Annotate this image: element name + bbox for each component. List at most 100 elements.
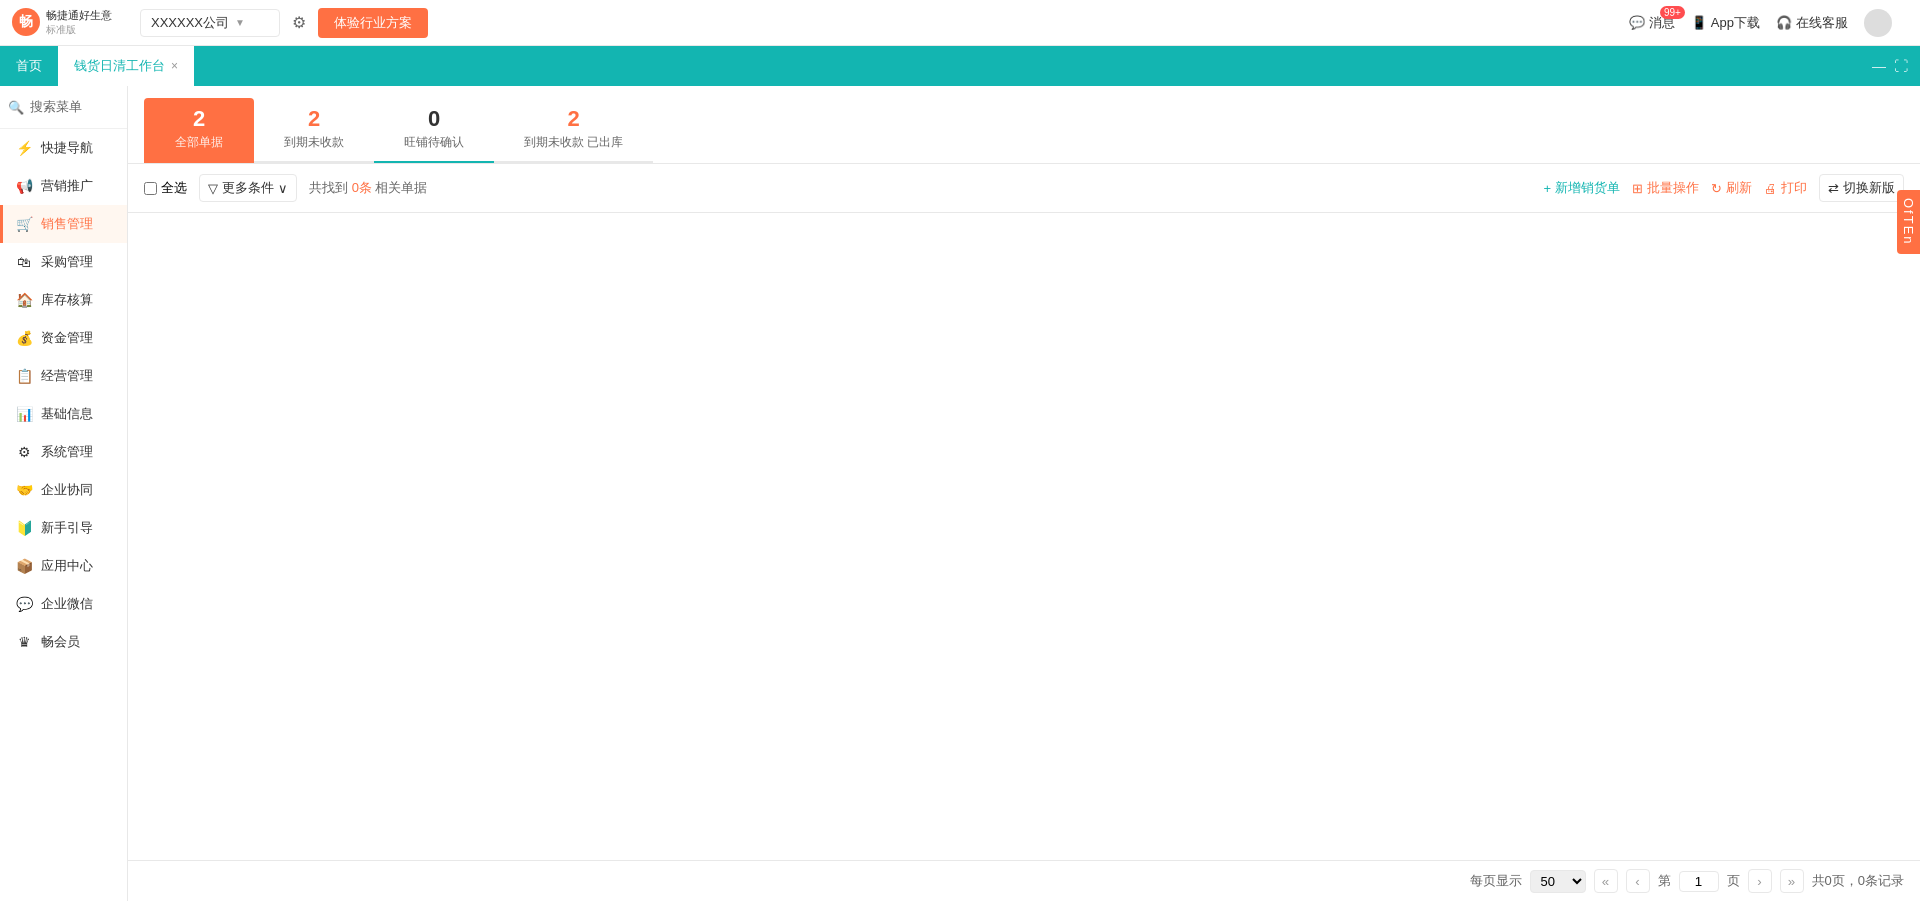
first-page-icon: « [1602, 874, 1609, 889]
tab-bar: 首页 钱货日清工作台 × — ⛶ [0, 46, 1920, 86]
tab-minimize-icon[interactable]: — [1872, 58, 1886, 74]
table-area [128, 213, 1920, 860]
stat-label-overdue-shipped: 到期未收款 已出库 [524, 134, 623, 151]
pagination: 每页显示 50 10 20 100 « ‹ 第 页 › » 共0页，0条记录 [128, 860, 1920, 901]
sidebar-item-operations[interactable]: 📋 经营管理 [0, 357, 127, 395]
operations-icon: 📋 [15, 367, 33, 385]
sidebar-item-finance[interactable]: 💰 资金管理 [0, 319, 127, 357]
tab-expand-icon[interactable]: ⛶ [1894, 58, 1908, 74]
found-text: 共找到 0条 相关单据 [309, 179, 427, 197]
sidebar-item-label: 采购管理 [41, 253, 93, 271]
stat-label-overdue-unpaid: 到期未收款 [284, 134, 344, 151]
stat-tab-overdue-unpaid[interactable]: 2 到期未收款 [254, 98, 374, 163]
total-info: 共0页，0条记录 [1812, 872, 1904, 890]
sidebar-item-label: 系统管理 [41, 443, 93, 461]
trial-button[interactable]: 体验行业方案 [318, 8, 428, 38]
stat-tab-pending-confirm[interactable]: 0 旺铺待确认 [374, 98, 494, 163]
tab-close-icon[interactable]: × [171, 59, 178, 73]
often-badge[interactable]: OfTEn [1897, 190, 1920, 254]
guide-icon: 🔰 [15, 519, 33, 537]
sidebar-item-basic-info[interactable]: 📊 基础信息 [0, 395, 127, 433]
print-icon: 🖨 [1764, 181, 1777, 196]
page-label: 第 [1658, 872, 1671, 890]
sidebar-item-wechat[interactable]: 💬 企业微信 [0, 585, 127, 623]
quick-nav-icon: ⚡ [15, 139, 33, 157]
online-service-label: 在线客服 [1796, 14, 1848, 32]
basic-info-icon: 📊 [15, 405, 33, 423]
tab-bar-actions: — ⛶ [1872, 58, 1920, 74]
print-label: 打印 [1781, 179, 1807, 197]
stat-tab-overdue-shipped[interactable]: 2 到期未收款 已出库 [494, 98, 653, 163]
sidebar-item-marketing[interactable]: 📢 营销推广 [0, 167, 127, 205]
next-page-button[interactable]: › [1748, 869, 1772, 893]
sidebar-item-label: 基础信息 [41, 405, 93, 423]
refresh-icon: ↻ [1711, 181, 1722, 196]
search-menu-label: 搜索菜单 [30, 98, 82, 116]
sidebar-item-label: 营销推广 [41, 177, 93, 195]
app-center-icon: 📦 [15, 557, 33, 575]
tab-active[interactable]: 钱货日清工作台 × [58, 46, 194, 86]
switch-version-button[interactable]: ⇄ 切换新版 [1819, 174, 1904, 202]
online-service-button[interactable]: 🎧 在线客服 [1776, 14, 1848, 32]
tab-active-label: 钱货日清工作台 [74, 57, 165, 75]
enterprise-icon: 🤝 [15, 481, 33, 499]
company-selector[interactable]: XXXXXX公司 ▼ [140, 9, 280, 37]
company-dropdown-icon: ▼ [235, 17, 245, 28]
add-label: 新增销货单 [1555, 179, 1620, 197]
sidebar-search: 🔍 搜索菜单 [0, 86, 127, 129]
batch-operations-button[interactable]: ⊞ 批量操作 [1632, 179, 1699, 197]
per-page-label: 每页显示 [1470, 872, 1522, 890]
inventory-icon: 🏠 [15, 291, 33, 309]
sidebar-item-label: 应用中心 [41, 557, 93, 575]
sidebar-item-guide[interactable]: 🔰 新手引导 [0, 509, 127, 547]
filter-arrow-icon: ∨ [278, 181, 288, 196]
sidebar-item-app-center[interactable]: 📦 应用中心 [0, 547, 127, 585]
select-all-checkbox[interactable]: 全选 [144, 179, 187, 197]
logo-area: 畅 畅捷通好生意 标准版 [12, 8, 140, 36]
sidebar-item-label: 新手引导 [41, 519, 93, 537]
last-page-button[interactable]: » [1780, 869, 1804, 893]
add-sales-order-button[interactable]: + 新增销货单 [1543, 179, 1620, 197]
next-page-icon: › [1757, 874, 1761, 889]
settings-icon[interactable]: ⚙ [292, 13, 306, 32]
app-download-button[interactable]: 📱 App下载 [1691, 14, 1760, 32]
found-count: 0条 [352, 180, 372, 195]
logo-title: 畅捷通好生意 [46, 8, 112, 22]
logo-sub: 标准版 [46, 23, 112, 37]
sidebar-item-enterprise[interactable]: 🤝 企业协同 [0, 471, 127, 509]
sidebar-item-inventory[interactable]: 🏠 库存核算 [0, 281, 127, 319]
last-page-icon: » [1788, 874, 1795, 889]
stat-num-pending-confirm: 0 [428, 106, 440, 132]
sidebar-item-label: 快捷导航 [41, 139, 93, 157]
search-menu-button[interactable]: 🔍 搜索菜单 [8, 94, 119, 120]
sidebar-item-label: 库存核算 [41, 291, 93, 309]
message-button[interactable]: 💬 消息 99+ [1629, 14, 1675, 32]
prev-page-button[interactable]: ‹ [1626, 869, 1650, 893]
first-page-button[interactable]: « [1594, 869, 1618, 893]
sidebar-item-sales[interactable]: 🛒 销售管理 [0, 205, 127, 243]
print-button[interactable]: 🖨 打印 [1764, 179, 1807, 197]
top-right-actions: 💬 消息 99+ 📱 App下载 🎧 在线客服 [1629, 9, 1908, 37]
sidebar-item-quick-nav[interactable]: ⚡ 快捷导航 [0, 129, 127, 167]
select-all-input[interactable] [144, 182, 157, 195]
per-page-select[interactable]: 50 10 20 100 [1530, 870, 1586, 893]
tab-home[interactable]: 首页 [0, 46, 58, 86]
stat-label-all: 全部单据 [175, 134, 223, 151]
avatar[interactable] [1864, 9, 1892, 37]
message-icon: 💬 [1629, 15, 1645, 30]
select-all-label: 全选 [161, 179, 187, 197]
sidebar: 🔍 搜索菜单 ⚡ 快捷导航 📢 营销推广 🛒 销售管理 🛍 采购管理 🏠 库存核… [0, 86, 128, 901]
sidebar-item-label: 企业微信 [41, 595, 93, 613]
sidebar-item-system[interactable]: ⚙ 系统管理 [0, 433, 127, 471]
sales-icon: 🛒 [15, 215, 33, 233]
sidebar-item-purchase[interactable]: 🛍 采购管理 [0, 243, 127, 281]
sidebar-item-member[interactable]: ♛ 畅会员 [0, 623, 127, 661]
wechat-icon: 💬 [15, 595, 33, 613]
batch-icon: ⊞ [1632, 181, 1643, 196]
sidebar-item-label: 销售管理 [41, 215, 93, 233]
refresh-button[interactable]: ↻ 刷新 [1711, 179, 1752, 197]
stats-tabs-row: 2 全部单据 2 到期未收款 0 旺铺待确认 2 到期未收款 已出库 [144, 98, 1904, 163]
filter-button[interactable]: ▽ 更多条件 ∨ [199, 174, 297, 202]
current-page-input[interactable] [1679, 871, 1719, 892]
stat-tab-all[interactable]: 2 全部单据 [144, 98, 254, 163]
